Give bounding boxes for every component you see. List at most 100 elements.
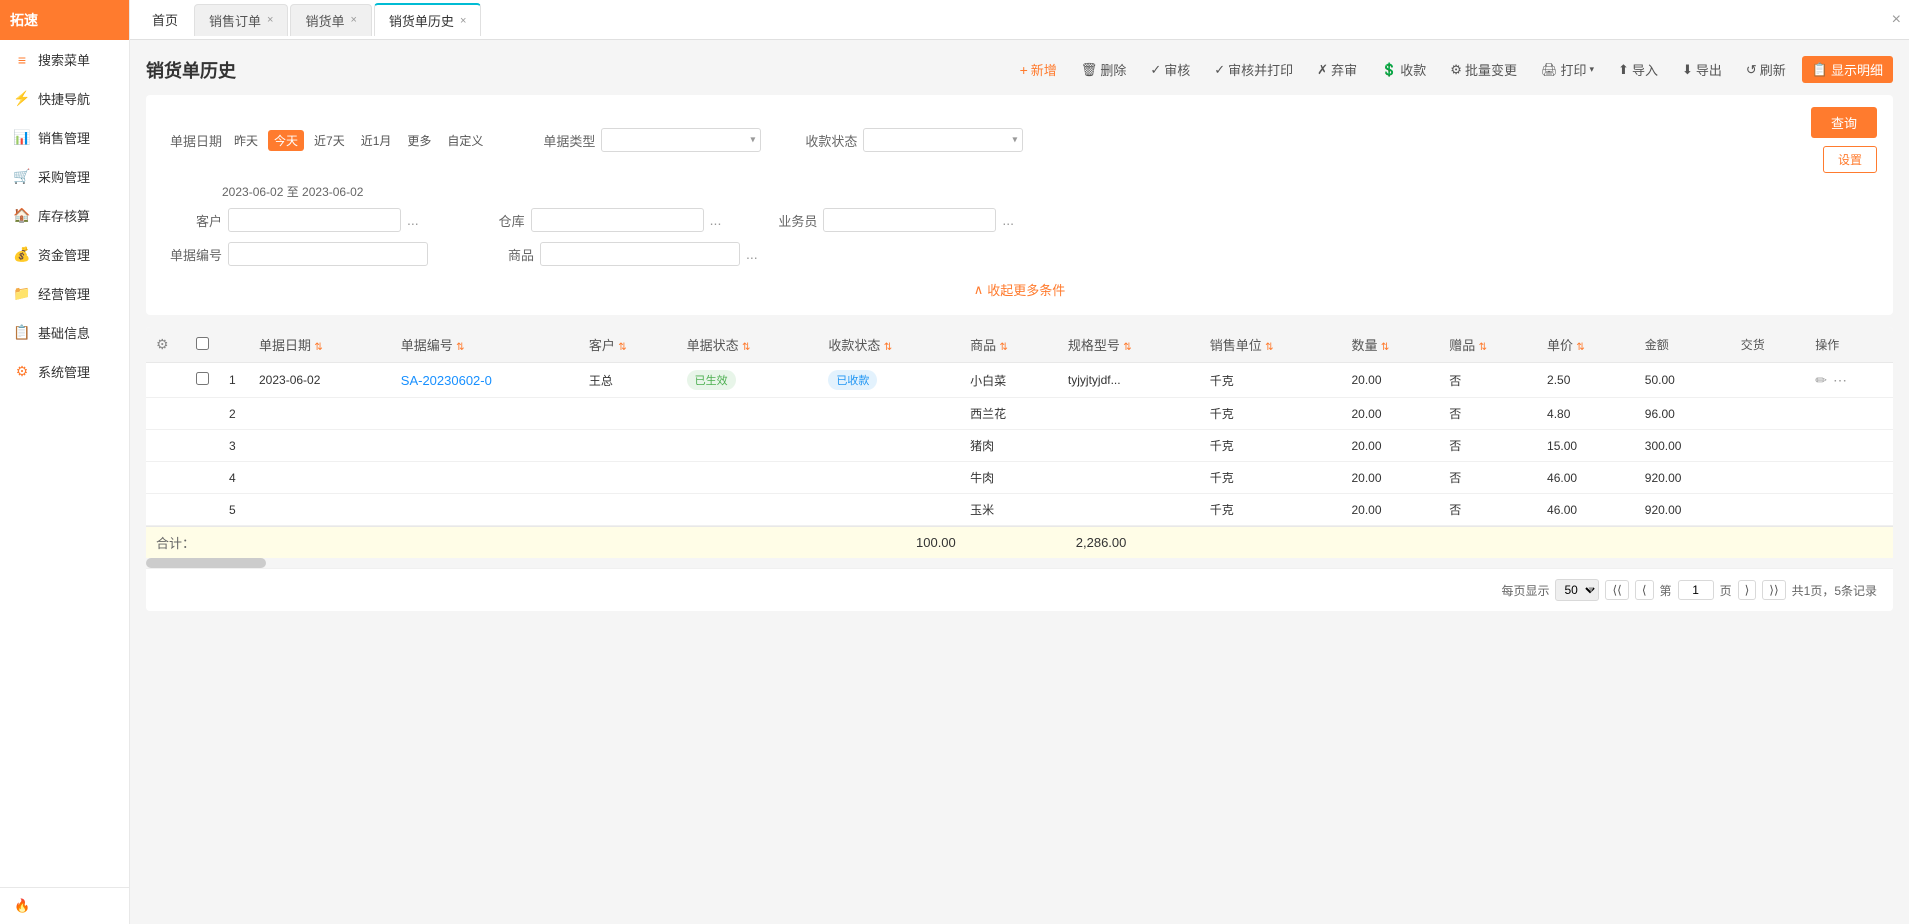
date-1month[interactable]: 近1月 — [355, 130, 398, 151]
horizontal-scrollbar[interactable] — [146, 558, 1893, 568]
audit-print-button[interactable]: ✓ 审核并打印 — [1206, 56, 1301, 83]
date-yesterday[interactable]: 昨天 — [228, 130, 264, 151]
tab-sales-goods-close[interactable]: × — [350, 14, 356, 26]
th-unit[interactable]: 销售单位 ⇅ — [1200, 327, 1342, 363]
th-price-label: 单价 — [1547, 338, 1573, 353]
th-doc-date[interactable]: 单据日期 ⇅ — [249, 327, 391, 363]
sidebar-item-quick-nav[interactable]: ⚡ 快捷导航 — [0, 79, 129, 118]
tab-home[interactable]: 首页 — [138, 4, 192, 35]
customer-dots[interactable]: ... — [407, 212, 419, 228]
pagination-prev[interactable]: ⟨ — [1635, 580, 1654, 600]
footer-label: 合计： — [156, 533, 216, 552]
th-collect-status-label: 收款状态 — [828, 338, 880, 353]
sidebar-item-finance[interactable]: 💰 资金管理 — [0, 235, 129, 274]
pagination-first[interactable]: ⟨⟨ — [1605, 580, 1628, 600]
delete-button[interactable]: 🗑 删除 — [1073, 56, 1135, 83]
collect-status-select[interactable] — [863, 128, 1023, 152]
new-button[interactable]: + 新增 — [1012, 56, 1065, 83]
doc-type-select[interactable] — [601, 128, 761, 152]
tab-sales-order[interactable]: 销售订单 × — [194, 4, 288, 36]
abandon-button[interactable]: ✗ 弃审 — [1309, 56, 1365, 83]
refresh-button[interactable]: ↺ 刷新 — [1738, 56, 1794, 83]
th-doc-status[interactable]: 单据状态 ⇅ — [677, 327, 819, 363]
td-goods: 玉米 — [960, 494, 1058, 526]
per-page-select[interactable]: 50 — [1555, 579, 1599, 601]
import-button[interactable]: ⬆ 导入 — [1610, 56, 1666, 83]
th-customer[interactable]: 客户 ⇅ — [579, 327, 677, 363]
collect-button[interactable]: 💲 收款 — [1373, 56, 1434, 83]
doc-no-link[interactable]: SA-20230602-0 — [401, 373, 492, 388]
salesman-dots[interactable]: ... — [1002, 212, 1014, 228]
sales-mgmt-icon: 📊 — [14, 130, 30, 146]
doc-type-filter: 单据类型 — [535, 128, 761, 152]
select-all-checkbox[interactable] — [196, 337, 209, 350]
sidebar-fire-btn[interactable]: 🔥 — [0, 888, 129, 924]
th-collect-status[interactable]: 收款状态 ⇅ — [818, 327, 960, 363]
print-button[interactable]: 🖨 打印 ▾ — [1533, 56, 1602, 83]
spec-sort-icon[interactable]: ⇅ — [1123, 342, 1131, 353]
th-doc-no[interactable]: 单据编号 ⇅ — [391, 327, 579, 363]
sidebar-item-label: 销售管理 — [38, 128, 90, 147]
quantity-sort-icon[interactable]: ⇅ — [1381, 342, 1389, 353]
audit-button[interactable]: ✓ 审核 — [1142, 56, 1198, 83]
date-7days[interactable]: 近7天 — [308, 130, 351, 151]
sidebar-item-purchase-mgmt[interactable]: 🛒 采购管理 — [0, 157, 129, 196]
td-trade — [1731, 363, 1806, 398]
customer-sort-icon[interactable]: ⇅ — [618, 342, 626, 353]
sidebar-item-search-menu[interactable]: ≡ 搜索菜单 — [0, 40, 129, 79]
goods-input[interactable] — [540, 242, 740, 266]
th-quantity[interactable]: 数量 ⇅ — [1341, 327, 1439, 363]
price-sort-icon[interactable]: ⇅ — [1576, 342, 1584, 353]
sidebar-item-system-mgmt[interactable]: ⚙ 系统管理 — [0, 352, 129, 391]
gift-sort-icon[interactable]: ⇅ — [1479, 342, 1487, 353]
date-custom[interactable]: 自定义 — [441, 130, 489, 151]
tab-sales-history[interactable]: 销货单历史 × — [374, 3, 481, 36]
show-detail-button[interactable]: 📋 显示明细 — [1802, 56, 1893, 83]
th-spec[interactable]: 规格型号 ⇅ — [1058, 327, 1200, 363]
salesman-input[interactable] — [823, 208, 996, 232]
doc-no-sort-icon[interactable]: ⇅ — [456, 342, 464, 353]
collapse-button[interactable]: ∧ 收起更多条件 — [162, 276, 1877, 303]
unit-sort-icon[interactable]: ⇅ — [1265, 342, 1273, 353]
warehouse-dots[interactable]: ... — [710, 212, 722, 228]
collect-status-sort-icon[interactable]: ⇅ — [884, 342, 892, 353]
tab-sales-history-close[interactable]: × — [460, 15, 466, 27]
settings-gear-icon[interactable]: ⚙ — [156, 336, 169, 352]
th-price[interactable]: 单价 ⇅ — [1537, 327, 1635, 363]
doc-no-input[interactable] — [228, 242, 428, 266]
edit-icon[interactable]: ✏ — [1815, 372, 1827, 389]
fire-icon: 🔥 — [14, 898, 30, 914]
customer-input[interactable] — [228, 208, 401, 232]
td-trade — [1731, 430, 1806, 462]
page-input[interactable] — [1678, 580, 1714, 600]
batch-change-button[interactable]: ⚙ 批量变更 — [1442, 56, 1525, 83]
th-customer-label: 客户 — [589, 338, 615, 353]
tab-sales-goods[interactable]: 销货单 × — [290, 4, 371, 36]
goods-sort-icon[interactable]: ⇅ — [1000, 342, 1008, 353]
td-doc-no — [391, 398, 579, 430]
date-today[interactable]: 今天 — [268, 130, 304, 151]
th-goods[interactable]: 商品 ⇅ — [960, 327, 1058, 363]
row-checkbox[interactable] — [196, 372, 209, 385]
sidebar-item-basic-info[interactable]: 📋 基础信息 — [0, 313, 129, 352]
query-button[interactable]: 查询 — [1811, 107, 1877, 138]
th-gift[interactable]: 赠品 ⇅ — [1439, 327, 1537, 363]
scrollbar-thumb[interactable] — [146, 558, 266, 568]
doc-date-sort-icon[interactable]: ⇅ — [314, 342, 322, 353]
export-button[interactable]: ⬇ 导出 — [1674, 56, 1730, 83]
set-button[interactable]: 设置 — [1823, 146, 1877, 173]
tab-sales-order-close[interactable]: × — [267, 14, 273, 26]
pagination-last[interactable]: ⟩⟩ — [1762, 580, 1785, 600]
td-price: 46.00 — [1537, 494, 1635, 526]
window-close-btn[interactable]: × — [1892, 11, 1901, 29]
warehouse-input[interactable] — [531, 208, 704, 232]
sidebar-item-sales-mgmt[interactable]: 📊 销售管理 — [0, 118, 129, 157]
sidebar-item-ops-mgmt[interactable]: 📁 经营管理 — [0, 274, 129, 313]
more-icon[interactable]: ⋯ — [1833, 372, 1847, 389]
sidebar-item-inventory[interactable]: 🏠 库存核算 — [0, 196, 129, 235]
date-more[interactable]: 更多 — [401, 130, 437, 151]
pagination-next[interactable]: ⟩ — [1738, 580, 1757, 600]
th-goods-label: 商品 — [970, 338, 996, 353]
doc-status-sort-icon[interactable]: ⇅ — [742, 342, 750, 353]
goods-dots[interactable]: ... — [746, 246, 758, 262]
